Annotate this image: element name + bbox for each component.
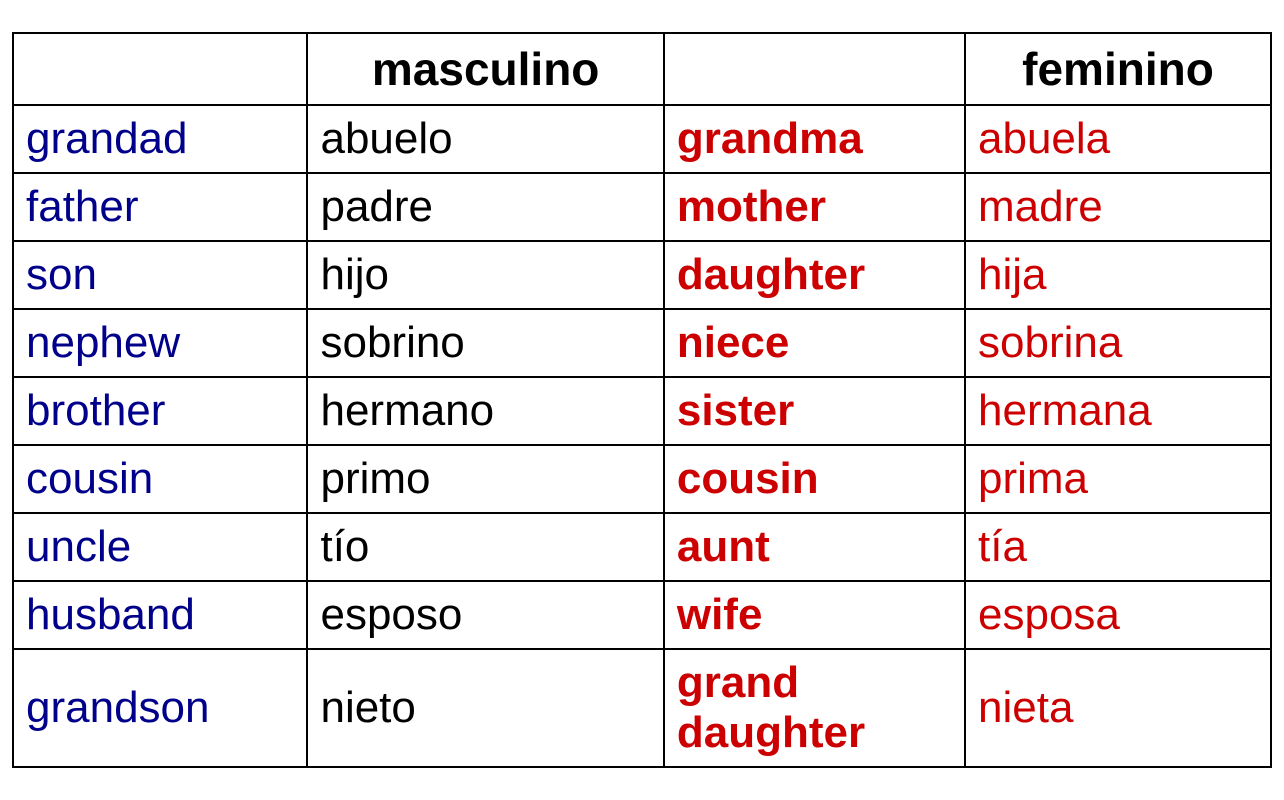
english-masculine: uncle (13, 513, 307, 581)
spanish-feminine: nieta (965, 649, 1271, 767)
spanish-feminine: sobrina (965, 309, 1271, 377)
english-feminine: niece (664, 309, 965, 377)
table-row: grandsonnietogranddaughternieta (13, 649, 1271, 767)
spanish-feminine: hermana (965, 377, 1271, 445)
vocabulary-table-wrapper: masculino feminino grandadabuelograndmaa… (12, 32, 1272, 768)
table-row: cousinprimocousinprima (13, 445, 1271, 513)
english-feminine: mother (664, 173, 965, 241)
table-row: sonhijodaughterhija (13, 241, 1271, 309)
spanish-masculine: hermano (307, 377, 663, 445)
english-masculine: grandad (13, 105, 307, 173)
vocabulary-table: masculino feminino grandadabuelograndmaa… (12, 32, 1272, 768)
spanish-masculine: padre (307, 173, 663, 241)
table-row: husbandesposowifeesposa (13, 581, 1271, 649)
spanish-masculine: hijo (307, 241, 663, 309)
english-masculine: son (13, 241, 307, 309)
spanish-masculine: abuelo (307, 105, 663, 173)
english-masculine: grandson (13, 649, 307, 767)
spanish-feminine: prima (965, 445, 1271, 513)
english-masculine: father (13, 173, 307, 241)
spanish-feminine: madre (965, 173, 1271, 241)
english-feminine: wife (664, 581, 965, 649)
table-row: grandadabuelograndmaabuela (13, 105, 1271, 173)
english-feminine: daughter (664, 241, 965, 309)
english-feminine: cousin (664, 445, 965, 513)
spanish-masculine: tío (307, 513, 663, 581)
table-row: brotherhermanosisterhermana (13, 377, 1271, 445)
spanish-masculine: nieto (307, 649, 663, 767)
table-row: nephewsobrinoniecesobrina (13, 309, 1271, 377)
english-masculine: husband (13, 581, 307, 649)
english-masculine: brother (13, 377, 307, 445)
header-row: masculino feminino (13, 33, 1271, 105)
spanish-feminine: esposa (965, 581, 1271, 649)
spanish-masculine: primo (307, 445, 663, 513)
col-header-empty2 (664, 33, 965, 105)
spanish-feminine: tía (965, 513, 1271, 581)
col-header-masculino: masculino (307, 33, 663, 105)
col-header-empty1 (13, 33, 307, 105)
spanish-masculine: sobrino (307, 309, 663, 377)
table-row: fatherpadremothermadre (13, 173, 1271, 241)
spanish-masculine: esposo (307, 581, 663, 649)
english-masculine: cousin (13, 445, 307, 513)
col-header-feminino: feminino (965, 33, 1271, 105)
spanish-feminine: hija (965, 241, 1271, 309)
english-masculine: nephew (13, 309, 307, 377)
table-row: uncletíoaunttía (13, 513, 1271, 581)
spanish-feminine: abuela (965, 105, 1271, 173)
english-feminine: grandma (664, 105, 965, 173)
english-feminine: granddaughter (664, 649, 965, 767)
english-feminine: aunt (664, 513, 965, 581)
english-feminine: sister (664, 377, 965, 445)
